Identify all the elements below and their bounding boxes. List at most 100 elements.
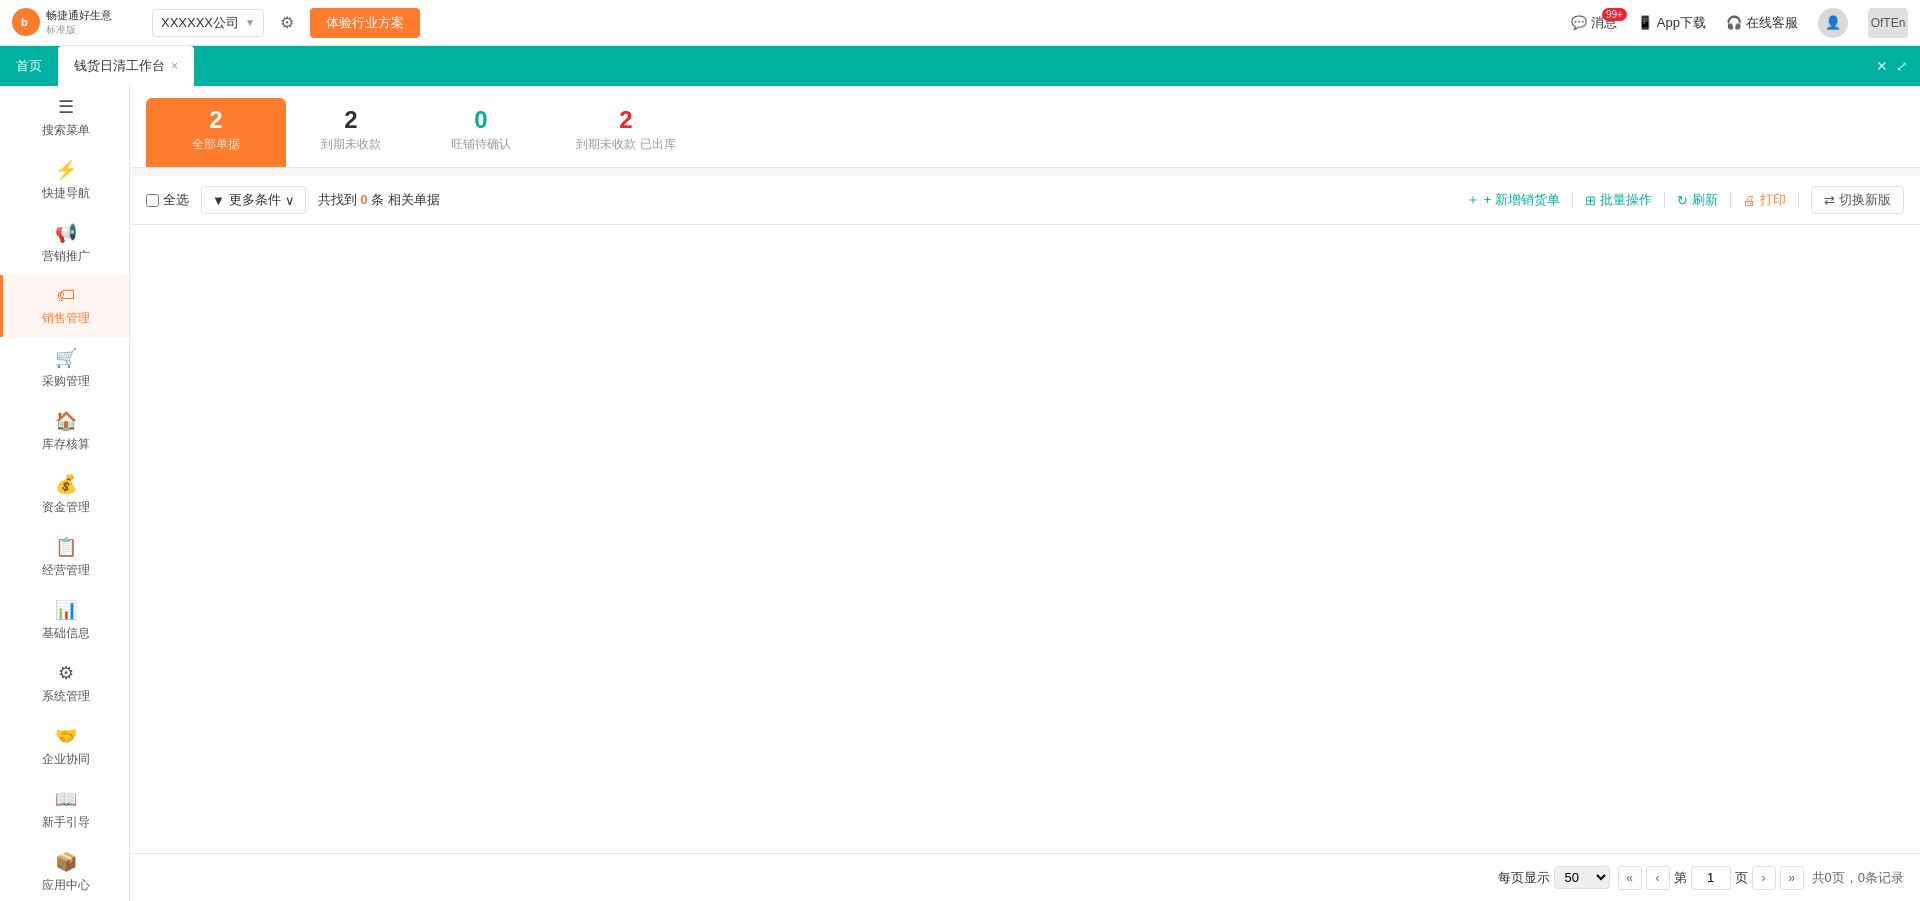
sidebar-item-inventory[interactable]: 🏠 库存核算 xyxy=(0,400,129,463)
settings-icon[interactable]: ⚙ xyxy=(272,8,302,38)
stats-tabs: 2 全部单据 2 到期未收款 0 旺铺待确认 2 到期未收款 已出库 xyxy=(130,86,1920,168)
sidebar-item-basic-info[interactable]: 📊 基础信息 xyxy=(0,589,129,652)
last-page-button[interactable]: » xyxy=(1780,866,1804,890)
sidebar-item-finance[interactable]: 💰 资金管理 xyxy=(0,463,129,526)
operations-icon: 📋 xyxy=(55,536,77,558)
toolbar-divider-2 xyxy=(1664,192,1665,208)
found-unit: 条 xyxy=(371,192,384,207)
user-icon: 👤 xyxy=(1825,15,1841,30)
tab-close-icon[interactable]: × xyxy=(171,59,178,73)
message-icon: 💬 xyxy=(1571,15,1587,30)
sidebar-item-guide[interactable]: 📖 新手引导 xyxy=(0,778,129,841)
sidebar-item-marketing[interactable]: 📢 营销推广 xyxy=(0,212,129,275)
headset-icon: 🎧 xyxy=(1726,15,1742,30)
finance-icon: 💰 xyxy=(55,473,77,495)
stat-label-all: 全部单据 xyxy=(166,136,266,153)
sidebar-item-cooperation[interactable]: 🤝 企业协同 xyxy=(0,715,129,778)
sidebar-item-search-menu[interactable]: ☰ 搜索菜单 xyxy=(0,86,129,149)
app-center-label: 应用中心 xyxy=(42,877,90,894)
message-btn[interactable]: 💬 消息 99+ xyxy=(1571,14,1617,32)
finance-label: 资金管理 xyxy=(42,499,90,516)
first-page-button[interactable]: « xyxy=(1618,866,1642,890)
page-nav: « ‹ 第 页 › » xyxy=(1618,866,1804,890)
print-icon: 🖨 xyxy=(1743,193,1756,208)
marketing-label: 营销推广 xyxy=(42,248,90,265)
stat-num-pending: 0 xyxy=(436,106,526,134)
company-chevron-icon: ▼ xyxy=(245,17,255,28)
sidebar-item-quick-nav[interactable]: ⚡ 快捷导航 xyxy=(0,149,129,212)
avatar[interactable]: 👤 xyxy=(1818,8,1848,38)
main-layout: ☰ 搜索菜单 ⚡ 快捷导航 📢 营销推广 🏷 销售管理 🛒 采购管理 🏠 库存核… xyxy=(0,86,1920,901)
tab-maximize-icon[interactable]: ⤢ xyxy=(1896,58,1908,74)
top-header: b 畅捷通好生意 标准版 XXXXXX公司 ▼ ⚙ 体验行业方案 💬 消息 99… xyxy=(0,0,1920,46)
sidebar-item-sales[interactable]: 🏷 销售管理 xyxy=(0,275,129,337)
search-menu-label: 搜索菜单 xyxy=(42,122,90,139)
guide-label: 新手引导 xyxy=(42,814,90,831)
stat-label-pending: 旺铺待确认 xyxy=(436,136,526,153)
refresh-button[interactable]: ↻ 刷新 xyxy=(1677,191,1718,209)
tab-daily-work[interactable]: 钱货日清工作台 × xyxy=(58,46,194,86)
filter-label: 更多条件 xyxy=(229,191,281,209)
batch-operation-button[interactable]: ⊞ 批量操作 xyxy=(1585,191,1652,209)
stat-num-all: 2 xyxy=(166,106,266,134)
print-button[interactable]: 🖨 打印 xyxy=(1743,191,1786,209)
search-menu-icon: ☰ xyxy=(58,96,74,118)
tab-home[interactable]: 首页 xyxy=(0,46,58,86)
trial-button[interactable]: 体验行业方案 xyxy=(310,8,420,38)
stat-tab-all[interactable]: 2 全部单据 xyxy=(146,98,286,167)
tab-close-window-icon[interactable]: ✕ xyxy=(1876,58,1888,74)
found-count: 0 xyxy=(361,192,368,207)
app-download-icon: 📱 xyxy=(1637,15,1653,30)
stat-tab-overdue-shipped[interactable]: 2 到期未收款 已出库 xyxy=(546,98,706,167)
next-page-button[interactable]: › xyxy=(1752,866,1776,890)
prev-page-button[interactable]: ‹ xyxy=(1646,866,1670,890)
system-icon: ⚙ xyxy=(58,662,74,684)
switch-new-version-button[interactable]: ⇄ 切换新版 xyxy=(1811,186,1904,214)
toolbar-divider-3 xyxy=(1730,192,1731,208)
plus-icon: ＋ xyxy=(1466,191,1480,209)
purchase-label: 采购管理 xyxy=(42,373,90,390)
refresh-icon: ↻ xyxy=(1677,193,1688,208)
per-page-select[interactable]: 50 100 200 xyxy=(1554,866,1610,889)
select-all-checkbox[interactable]: 全选 xyxy=(146,191,189,209)
inventory-label: 库存核算 xyxy=(42,436,90,453)
svg-text:b: b xyxy=(21,16,28,28)
online-service-btn[interactable]: 🎧 在线客服 xyxy=(1726,14,1798,32)
print-label: 打印 xyxy=(1760,191,1786,209)
stat-num-overdue-shipped: 2 xyxy=(566,106,686,134)
new-btn-label: + 新增销货单 xyxy=(1484,191,1560,209)
stat-tab-overdue[interactable]: 2 到期未收款 xyxy=(286,98,416,167)
sidebar-item-app-center[interactable]: 📦 应用中心 xyxy=(0,841,129,901)
tab-bar: 首页 钱货日清工作台 × ✕ ⤢ xyxy=(0,46,1920,86)
new-sales-order-button[interactable]: ＋ + 新增销货单 xyxy=(1466,191,1560,209)
filter-icon: ▼ xyxy=(212,193,225,208)
page-input[interactable] xyxy=(1691,866,1731,890)
select-all-label: 全选 xyxy=(163,191,189,209)
basic-info-label: 基础信息 xyxy=(42,625,90,642)
toolbar: 全选 ▼ 更多条件 ∨ 共找到 0 条 相关单据 ＋ + 新增销货单 xyxy=(130,176,1920,225)
user-name-display[interactable]: OfTEn xyxy=(1868,8,1908,38)
company-name: XXXXXX公司 xyxy=(161,14,239,32)
purchase-icon: 🛒 xyxy=(55,347,77,369)
more-filter-button[interactable]: ▼ 更多条件 ∨ xyxy=(201,186,306,214)
sales-label: 销售管理 xyxy=(42,310,90,327)
sidebar-item-purchase[interactable]: 🛒 采购管理 xyxy=(0,337,129,400)
sidebar-item-operations[interactable]: 📋 经营管理 xyxy=(0,526,129,589)
select-all-input[interactable] xyxy=(146,194,159,207)
found-suffix: 相关单据 xyxy=(388,192,440,207)
sidebar: ☰ 搜索菜单 ⚡ 快捷导航 📢 营销推广 🏷 销售管理 🛒 采购管理 🏠 库存核… xyxy=(0,86,130,901)
company-selector[interactable]: XXXXXX公司 ▼ xyxy=(152,9,264,37)
online-service-label: 在线客服 xyxy=(1746,14,1798,32)
stat-tab-pending[interactable]: 0 旺铺待确认 xyxy=(416,98,546,167)
header-right: 💬 消息 99+ 📱 App下载 🎧 在线客服 👤 OfTEn xyxy=(1571,8,1908,38)
marketing-icon: 📢 xyxy=(55,222,77,244)
batch-icon: ⊞ xyxy=(1585,193,1596,208)
app-center-icon: 📦 xyxy=(55,851,77,873)
stat-num-overdue: 2 xyxy=(306,106,396,134)
sidebar-item-system[interactable]: ⚙ 系统管理 xyxy=(0,652,129,715)
per-page-label: 每页显示 xyxy=(1498,869,1550,887)
logo-icon: b xyxy=(12,8,40,36)
home-tab-label: 首页 xyxy=(16,57,42,75)
app-download-btn[interactable]: 📱 App下载 xyxy=(1637,14,1706,32)
logo-text-block: 畅捷通好生意 标准版 xyxy=(46,8,112,36)
